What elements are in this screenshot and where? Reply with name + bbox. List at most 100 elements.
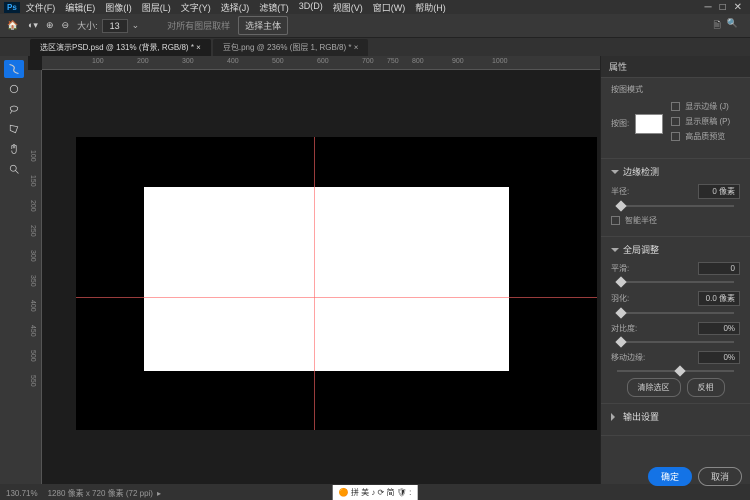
sample-all-layers-label: 对所有图层取样 (167, 19, 230, 32)
document-canvas[interactable] (76, 137, 597, 430)
window-maximize-icon[interactable]: □ (720, 2, 726, 13)
ruler-horizontal[interactable]: 100 200 300 400 500 600 700 750 800 900 … (42, 56, 600, 70)
menu-bar: 文件(F) 编辑(E) 图像(I) 图层(L) 文字(Y) 选择(J) 滤镜(T… (26, 1, 446, 14)
ruler-tick: 450 (29, 325, 36, 337)
ruler-tick: 700 (362, 58, 374, 65)
checkbox-show-original[interactable] (671, 117, 680, 126)
feather-label: 羽化: (611, 293, 629, 304)
brush-new-sel-icon[interactable]: ⊕ (46, 20, 54, 31)
menu-image[interactable]: 图像(I) (105, 1, 132, 14)
status-doc-info: 1280 像素 x 720 像素 (72 ppi) (48, 488, 153, 499)
ruler-tick: 500 (272, 58, 284, 65)
tool-preset-icon[interactable]: ◐▾ (28, 20, 38, 31)
ruler-tick: 600 (317, 58, 329, 65)
guide-horizontal[interactable] (76, 297, 597, 298)
cancel-button[interactable]: 取消 (698, 467, 742, 486)
radius-value[interactable]: 0 像素 (698, 184, 740, 199)
contrast-label: 对比度: (611, 323, 637, 334)
ruler-tick: 300 (29, 250, 36, 262)
menu-select[interactable]: 选择(J) (221, 1, 250, 14)
shift-edge-value[interactable]: 0% (698, 351, 740, 364)
menu-help[interactable]: 帮助(H) (415, 1, 446, 14)
ruler-tick: 400 (29, 300, 36, 312)
size-chevron-icon[interactable]: ⌄ (132, 20, 140, 31)
contrast-slider[interactable] (617, 341, 734, 343)
select-subject-button[interactable]: 选择主体 (238, 16, 288, 35)
ruler-tick: 100 (92, 58, 104, 65)
shift-edge-slider[interactable] (617, 370, 734, 372)
taskbar-widget[interactable]: 🟠 拼 美 ♪ ⟳ 简 🛡 : (333, 485, 418, 500)
menu-layer[interactable]: 图层(L) (142, 1, 171, 14)
status-chevron-icon[interactable]: ▸ (157, 489, 161, 498)
smooth-label: 平滑: (611, 263, 629, 274)
tab-close-icon[interactable]: × (354, 43, 359, 52)
toolbox (0, 56, 28, 484)
menu-type[interactable]: 文字(Y) (181, 1, 211, 14)
ruler-tick: 1000 (492, 58, 508, 65)
radius-label: 半径: (611, 186, 629, 197)
ruler-tick: 100 (29, 150, 36, 162)
tool-lasso[interactable] (4, 100, 24, 118)
menu-view[interactable]: 视图(V) (333, 1, 363, 14)
ruler-tick: 300 (182, 58, 194, 65)
menu-file[interactable]: 文件(F) (26, 1, 56, 14)
window-close-icon[interactable]: ✕ (734, 2, 742, 13)
tab-doc-2[interactable]: 豆包.png @ 236% (图层 1, RGB/8) * × (213, 39, 369, 56)
ruler-vertical[interactable]: 100 150 200 250 300 350 400 450 500 550 (28, 70, 42, 484)
ruler-tick: 200 (29, 200, 36, 212)
smooth-slider[interactable] (617, 281, 734, 283)
ruler-tick: 250 (29, 225, 36, 237)
panel-title: 属性 (601, 56, 750, 78)
checkbox-smart-radius[interactable] (611, 216, 620, 225)
tab-doc-1[interactable]: 选区演示PSD.psd @ 131% (背景, RGB/8) * × (30, 39, 211, 56)
ruler-tick: 500 (29, 350, 36, 362)
radius-slider[interactable] (617, 205, 734, 207)
clear-selection-button[interactable]: 清除选区 (627, 378, 681, 397)
feather-slider[interactable] (617, 312, 734, 314)
size-input[interactable] (102, 19, 128, 33)
checkbox-show-edges[interactable] (671, 102, 680, 111)
feather-value[interactable]: 0.0 像素 (698, 291, 740, 306)
workspace-doc-icon[interactable]: 🗎 (714, 18, 721, 34)
menu-window[interactable]: 窗口(W) (373, 1, 406, 14)
tool-brush-refine[interactable] (4, 80, 24, 98)
guide-vertical[interactable] (314, 137, 315, 430)
menu-edit[interactable]: 编辑(E) (65, 1, 95, 14)
smooth-value[interactable]: 0 (698, 262, 740, 275)
global-refine-section[interactable]: 全局调整 (611, 243, 740, 256)
options-bar: 🏠 ◐▾ ⊕ ⊖ 大小: ⌄ 对所有图层取样 选择主体 🗎 🔍 (0, 14, 750, 38)
menu-filter[interactable]: 滤镜(T) (259, 1, 289, 14)
workspace-search-icon[interactable]: 🔍 (727, 18, 738, 34)
tab-doc-1-label: 选区演示PSD.psd @ 131% (背景, RGB/8) * (40, 43, 194, 52)
status-zoom[interactable]: 130.71% (6, 489, 38, 498)
menu-3d[interactable]: 3D(D) (299, 1, 323, 14)
edge-detect-section[interactable]: 边缘检测 (611, 165, 740, 178)
ruler-tick: 400 (227, 58, 239, 65)
ok-button[interactable]: 确定 (648, 467, 692, 486)
canvas-area[interactable]: 100 200 300 400 500 600 700 750 800 900 … (28, 56, 600, 484)
tool-poly-lasso[interactable] (4, 120, 24, 138)
document-tabs: 选区演示PSD.psd @ 131% (背景, RGB/8) * × 豆包.pn… (0, 38, 750, 56)
show-edges-label: 显示边缘 (J) (685, 101, 729, 112)
tool-quick-select[interactable] (4, 60, 24, 78)
tool-hand[interactable] (4, 140, 24, 158)
ruler-tick: 900 (452, 58, 464, 65)
hq-preview-label: 高品质预览 (685, 131, 725, 142)
home-icon[interactable]: 🏠 (6, 19, 20, 33)
output-settings-section[interactable]: 输出设置 (611, 410, 740, 423)
ruler-tick: 800 (412, 58, 424, 65)
contrast-value[interactable]: 0% (698, 322, 740, 335)
ruler-tick: 750 (387, 58, 399, 65)
selection-rect[interactable] (144, 187, 509, 371)
tab-doc-2-label: 豆包.png @ 236% (图层 1, RGB/8) * (223, 43, 352, 52)
ruler-tick: 550 (29, 375, 36, 387)
window-minimize-icon[interactable]: ─ (704, 2, 711, 13)
ruler-tick: 150 (29, 175, 36, 187)
mask-label: 按图: (611, 118, 629, 129)
mask-thumbnail[interactable] (635, 114, 663, 134)
tool-zoom[interactable] (4, 160, 24, 178)
checkbox-hq-preview[interactable] (671, 132, 680, 141)
brush-sub-sel-icon[interactable]: ⊖ (62, 20, 70, 31)
invert-button[interactable]: 反相 (687, 378, 725, 397)
tab-close-icon[interactable]: × (196, 43, 201, 52)
